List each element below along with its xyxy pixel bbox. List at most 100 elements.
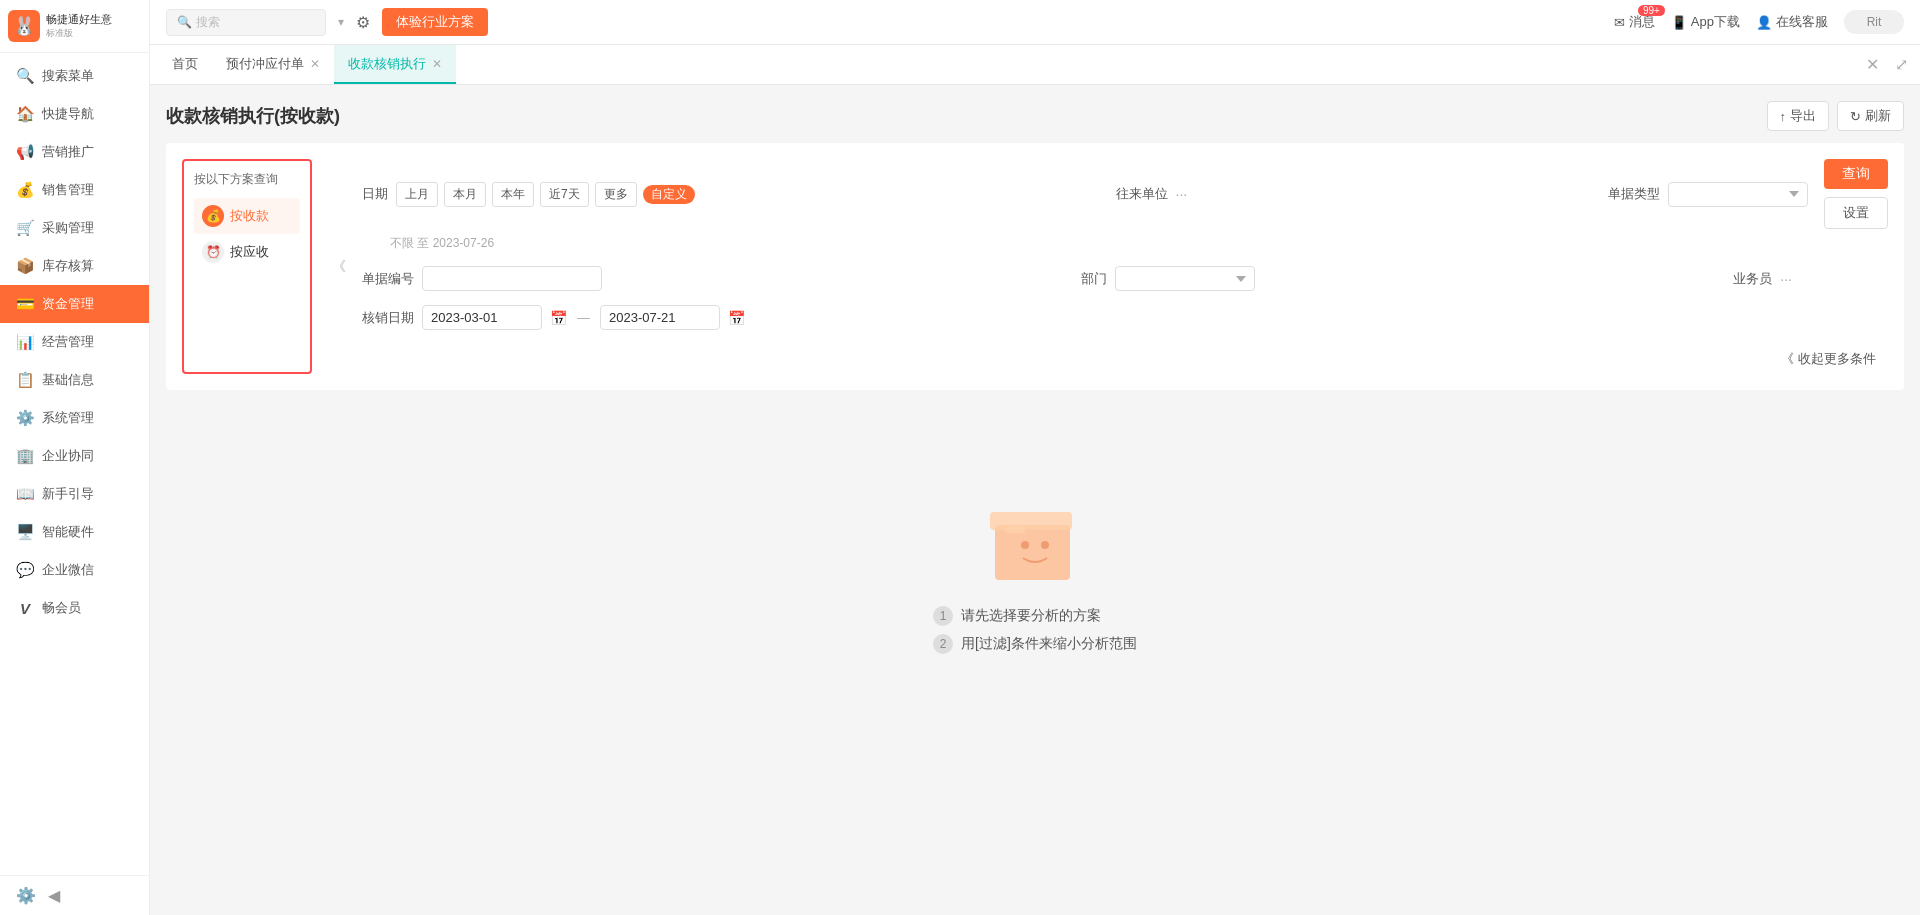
hardware-icon: 🖥️ [16,523,34,541]
quick-nav-icon: 🏠 [16,105,34,123]
topbar-solution-btn[interactable]: 体验行业方案 [382,8,488,36]
date-btn-last-month[interactable]: 上月 [396,182,438,207]
empty-illustration [975,470,1095,590]
filter-salesperson-field: 业务员 ··· [1733,270,1792,288]
empty-hint-1: 1 请先选择要分析的方案 [933,606,1137,626]
tab-prepay[interactable]: 预付冲应付单 ✕ [212,45,334,84]
tab-prepay-label: 预付冲应付单 [226,55,304,73]
filter-option-by-receivable[interactable]: ⏰ 按应收 [194,234,300,270]
date-btn-this-month[interactable]: 本月 [444,182,486,207]
sidebar-item-label: 采购管理 [42,219,94,237]
date-btn-this-year[interactable]: 本年 [492,182,534,207]
tab-receivable-close-icon[interactable]: ✕ [432,57,442,71]
settings-btn[interactable]: 设置 [1824,197,1888,229]
collapse-sidebar-icon[interactable]: ◀ [48,886,60,905]
sidebar-item-purchase[interactable]: 🛒 采购管理 [0,209,149,247]
more-conditions-btn[interactable]: 《 收起更多条件 [1769,344,1888,374]
service-icon: 👤 [1756,15,1772,30]
topbar-online-service-btn[interactable]: 👤 在线客服 [1756,13,1828,31]
tab-home[interactable]: 首页 [158,45,212,84]
date-separator: — [577,310,590,325]
sidebar-item-label: 智能硬件 [42,523,94,541]
sidebar-item-operations[interactable]: 📊 经营管理 [0,323,149,361]
topbar-app-download-btn[interactable]: 📱 App下载 [1671,13,1740,31]
sidebar-item-inventory[interactable]: 📦 库存核算 [0,247,149,285]
verify-date-end-calendar-icon[interactable]: 📅 [728,310,745,326]
page-title: 收款核销执行(按收款) [166,104,340,128]
date-no-limit-text: 不限 至 2023-07-26 [390,235,1888,252]
topbar-right: ✉ 消息 99+ 📱 App下载 👤 在线客服 Rit [1614,10,1904,34]
sidebar-item-basic-info[interactable]: 📋 基础信息 [0,361,149,399]
dept-select[interactable] [1115,266,1255,291]
sidebar-item-search-menu[interactable]: 🔍 搜索菜单 [0,57,149,95]
sidebar-item-member[interactable]: V 畅会员 [0,589,149,627]
tab-prepay-close-icon[interactable]: ✕ [310,57,320,71]
query-btn[interactable]: 查询 [1824,159,1888,189]
sidebar-item-guide[interactable]: 📖 新手引导 [0,475,149,513]
verify-date-end-input[interactable] [600,305,720,330]
sidebar-item-label: 经营管理 [42,333,94,351]
sales-icon: 💰 [16,181,34,199]
topbar-chevron-icon[interactable]: ▾ [338,15,344,29]
sidebar-item-funds[interactable]: 💳 资金管理 [0,285,149,323]
user-avatar[interactable]: Rit [1844,10,1904,34]
by-receivable-label: 按应收 [230,243,269,261]
by-receipt-label: 按收款 [230,207,269,225]
tabbar-controls: ✕ ⤢ [1862,45,1912,84]
topbar-gear-icon[interactable]: ⚙ [356,13,370,32]
topbar-search-box[interactable]: 🔍 搜索 [166,9,326,36]
sidebar-logo: 🐰 畅捷通好生意 标准版 [0,0,149,53]
filter-doc-type-field: 单据类型 [1608,182,1808,207]
tab-close-all-icon[interactable]: ✕ [1862,51,1883,78]
sidebar-item-system[interactable]: ⚙️ 系统管理 [0,399,149,437]
sidebar-item-label: 搜索菜单 [42,67,94,85]
sidebar-item-label: 营销推广 [42,143,94,161]
counterparty-more-icon[interactable]: ··· [1176,186,1188,202]
refresh-btn[interactable]: ↻ 刷新 [1837,101,1904,131]
doc-no-input[interactable] [422,266,602,291]
sidebar-item-wechat[interactable]: 💬 企业微信 [0,551,149,589]
purchase-icon: 🛒 [16,219,34,237]
filter-row-2: 单据编号 部门 业务员 ··· [362,266,1888,291]
filter-collapse-btn[interactable]: 《 [332,159,346,374]
guide-icon: 📖 [16,485,34,503]
sidebar-item-quick-nav[interactable]: 🏠 快捷导航 [0,95,149,133]
date-field-label: 日期 [362,185,388,203]
sidebar-item-hardware[interactable]: 🖥️ 智能硬件 [0,513,149,551]
date-btn-7days[interactable]: 近7天 [540,182,589,207]
topbar-message-btn[interactable]: ✉ 消息 99+ [1614,13,1655,31]
settings-bottom-icon[interactable]: ⚙️ [16,886,36,905]
verify-date-start-input[interactable] [422,305,542,330]
tab-expand-icon[interactable]: ⤢ [1891,51,1912,78]
empty-hint-1-text: 请先选择要分析的方案 [961,607,1101,625]
doc-type-select[interactable] [1668,182,1808,207]
sidebar-item-label: 资金管理 [42,295,94,313]
salesperson-more-icon[interactable]: ··· [1780,271,1792,287]
sidebar-item-label: 销售管理 [42,181,94,199]
refresh-icon: ↻ [1850,109,1861,124]
tabbar: 首页 预付冲应付单 ✕ 收款核销执行 ✕ ✕ ⤢ [150,45,1920,85]
sidebar-item-enterprise[interactable]: 🏢 企业协同 [0,437,149,475]
doc-no-label: 单据编号 [362,270,414,288]
collapse-icon: 《 [1781,350,1794,368]
sidebar-item-marketing[interactable]: 📢 营销推广 [0,133,149,171]
sidebar-item-label: 企业微信 [42,561,94,579]
filter-option-by-receipt[interactable]: 💰 按收款 [194,198,300,234]
svg-point-3 [1021,541,1029,549]
filter-date-field: 日期 上月 本月 本年 近7天 更多 自定义 [362,182,695,207]
sidebar-item-sales[interactable]: 💰 销售管理 [0,171,149,209]
tab-receivable-label: 收款核销执行 [348,55,426,73]
message-badge: 99+ [1638,5,1665,16]
verify-date-start-calendar-icon[interactable]: 📅 [550,310,567,326]
filter-sidebar-title: 按以下方案查询 [194,171,300,188]
filter-panel: 按以下方案查询 💰 按收款 ⏰ 按应收 《 日期 [166,143,1904,390]
tab-receivable[interactable]: 收款核销执行 ✕ [334,45,456,84]
salesperson-label: 业务员 [1733,270,1772,288]
by-receivable-icon: ⏰ [202,241,224,263]
filter-verify-date-field: 核销日期 📅 — 📅 [362,305,745,330]
empty-hints: 1 请先选择要分析的方案 2 用[过滤]条件来缩小分析范围 [933,606,1137,654]
main-area: 🔍 搜索 ▾ ⚙ 体验行业方案 ✉ 消息 99+ 📱 App下载 👤 在线客服 … [150,0,1920,915]
export-btn[interactable]: ↑ 导出 [1767,101,1830,131]
date-btn-more[interactable]: 更多 [595,182,637,207]
sidebar: 🐰 畅捷通好生意 标准版 🔍 搜索菜单 🏠 快捷导航 📢 营销推广 💰 销售管理… [0,0,150,915]
